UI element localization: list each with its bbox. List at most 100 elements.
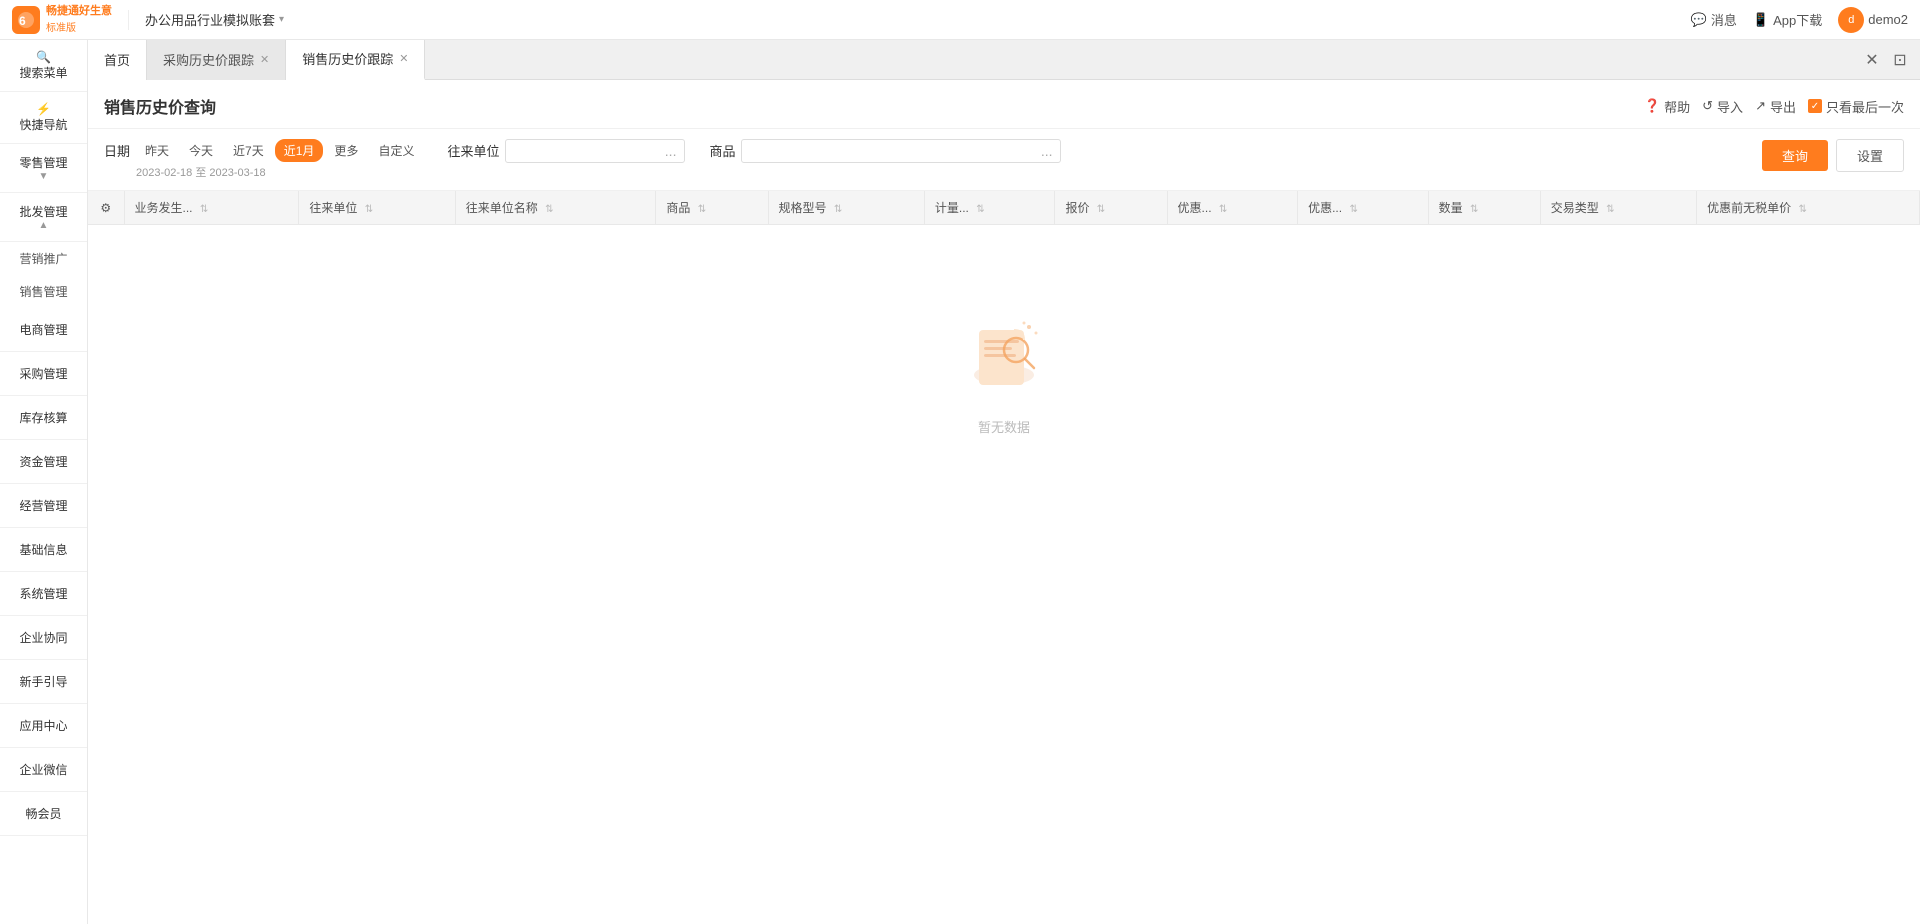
client-filter-input[interactable]: ... <box>505 139 685 163</box>
th-discount1[interactable]: 优惠... ⇅ <box>1167 191 1298 225</box>
sidebar-item-app-center[interactable]: 应用中心 <box>0 704 87 748</box>
date-filter-label: 日期 <box>104 141 130 160</box>
app-title-text: 办公用品行业模拟账套 <box>145 10 275 29</box>
client-input-dots: ... <box>665 143 677 159</box>
help-icon: ❓ <box>1644 98 1660 114</box>
help-label: 帮助 <box>1664 97 1690 116</box>
table-header-row: ⚙ 业务发生... ⇅ 往来单位 ⇅ 往来单位名称 <box>88 191 1920 225</box>
help-btn[interactable]: ❓ 帮助 <box>1644 97 1690 116</box>
th-partner-name[interactable]: 往来单位名称 ⇅ <box>455 191 656 225</box>
sort-icon-pretax: ⇅ <box>1798 204 1806 215</box>
tab-close-all-btn[interactable]: ✕ <box>1860 48 1884 72</box>
th-partner-name-label: 往来单位名称 <box>466 201 538 215</box>
only-last-checkbox[interactable]: 只看最后一次 <box>1808 97 1904 116</box>
page-header-actions: ❓ 帮助 ↺ 导入 ↗ 导出 只看最后一次 <box>1644 97 1904 116</box>
tab-purchase-history[interactable]: 采购历史价跟踪 ✕ <box>147 40 286 80</box>
sort-icon-spec: ⇅ <box>834 204 842 215</box>
sidebar-item-operations[interactable]: 经营管理 <box>0 484 87 528</box>
table-wrap: ⚙ 业务发生... ⇅ 往来单位 ⇅ 往来单位名称 <box>88 191 1920 516</box>
sidebar-item-sales-mgmt[interactable]: 销售管理 <box>0 275 87 308</box>
th-discount2[interactable]: 优惠... ⇅ <box>1298 191 1429 225</box>
download-icon: 📱 <box>1753 12 1769 28</box>
user-area[interactable]: d demo2 <box>1838 7 1908 33</box>
date-btn-yesterday[interactable]: 昨天 <box>136 139 178 162</box>
th-unit[interactable]: 计量... ⇅ <box>924 191 1055 225</box>
th-discount2-label: 优惠... <box>1308 201 1342 215</box>
filter-actions: 查询 设置 <box>1762 139 1904 172</box>
tab-sales-close-icon[interactable]: ✕ <box>399 52 408 65</box>
th-biz-date[interactable]: 业务发生... ⇅ <box>124 191 299 225</box>
th-product[interactable]: 商品 ⇅ <box>656 191 768 225</box>
date-btn-7days[interactable]: 近7天 <box>224 139 273 162</box>
download-btn[interactable]: 📱 App下载 <box>1753 10 1822 29</box>
tab-maximize-btn[interactable]: ⊡ <box>1888 48 1912 72</box>
th-spec[interactable]: 规格型号 ⇅ <box>768 191 924 225</box>
date-range-text: 2023-02-18 至 2023-03-18 <box>136 164 423 180</box>
th-gear[interactable]: ⚙ <box>88 191 124 225</box>
th-quote-label: 报价 <box>1065 201 1089 215</box>
product-input-text <box>750 144 860 158</box>
message-btn[interactable]: 💬 消息 <box>1691 10 1737 29</box>
export-icon: ↗ <box>1755 98 1766 114</box>
import-btn[interactable]: ↺ 导入 <box>1702 97 1743 116</box>
sidebar-label-ecommerce: 电商管理 <box>19 321 67 338</box>
sidebar-item-search-menu[interactable]: 🔍 搜索菜单 <box>0 40 87 92</box>
date-btn-today[interactable]: 今天 <box>180 139 222 162</box>
sidebar-item-wholesale[interactable]: 批发管理 ▲ <box>0 193 87 242</box>
app-title[interactable]: 办公用品行业模拟账套 ▾ <box>145 10 284 29</box>
client-filter-group: 往来单位 ... <box>447 139 685 163</box>
download-label: App下载 <box>1773 10 1822 29</box>
export-label: 导出 <box>1770 97 1796 116</box>
query-button[interactable]: 查询 <box>1762 140 1828 171</box>
th-biz-date-label: 业务发生... <box>135 201 193 215</box>
tab-purchase-close-icon[interactable]: ✕ <box>260 53 269 66</box>
sidebar-item-system[interactable]: 系统管理 <box>0 572 87 616</box>
th-quantity[interactable]: 数量 ⇅ <box>1428 191 1540 225</box>
tab-home[interactable]: 首页 <box>88 40 147 80</box>
logo-area[interactable]: 6 畅捷通好生意 标准版 <box>12 5 112 33</box>
sidebar-item-purchase[interactable]: 采购管理 <box>0 352 87 396</box>
product-filter-input[interactable]: ... <box>741 139 1061 163</box>
sidebar-item-beginner[interactable]: 新手引导 <box>0 660 87 704</box>
client-input-text <box>514 144 581 158</box>
gear-icon: ⚙ <box>100 201 111 215</box>
export-btn[interactable]: ↗ 导出 <box>1755 97 1796 116</box>
sidebar-item-corp-collab[interactable]: 企业协同 <box>0 616 87 660</box>
product-filter-group: 商品 ... <box>709 139 1061 163</box>
username: demo2 <box>1868 12 1908 27</box>
date-btn-custom[interactable]: 自定义 <box>369 139 423 162</box>
th-partner-label: 往来单位 <box>309 201 357 215</box>
sidebar-item-finance[interactable]: 资金管理 <box>0 440 87 484</box>
logo-sub: 标准版 <box>46 19 112 34</box>
th-pretax-label: 优惠前无税单价 <box>1707 201 1791 215</box>
date-options: 昨天 今天 近7天 近1月 更多 自定义 <box>136 139 423 162</box>
sidebar-item-basic-info[interactable]: 基础信息 <box>0 528 87 572</box>
only-last-check-icon <box>1808 99 1822 113</box>
empty-illustration <box>954 305 1054 405</box>
tab-sales-history[interactable]: 销售历史价跟踪 ✕ <box>286 40 425 80</box>
avatar: d <box>1838 7 1864 33</box>
sidebar-item-retail[interactable]: 零售管理 ▼ <box>0 144 87 193</box>
date-btn-1month[interactable]: 近1月 <box>275 139 324 162</box>
sidebar-item-membership[interactable]: 畅会员 <box>0 792 87 836</box>
tab-purchase-label: 采购历史价跟踪 <box>163 50 254 69</box>
sidebar-label-corp-collab: 企业协同 <box>19 629 67 646</box>
settings-button[interactable]: 设置 <box>1836 139 1904 172</box>
search-menu-icon: 🔍 <box>36 50 51 64</box>
date-btn-more[interactable]: 更多 <box>325 139 367 162</box>
sidebar-item-ecommerce[interactable]: 电商管理 <box>0 308 87 352</box>
sidebar-item-marketing[interactable]: 营销推广 <box>0 242 87 275</box>
sidebar-item-corp-wechat[interactable]: 企业微信 <box>0 748 87 792</box>
wholesale-arrow-icon: ▲ <box>39 220 49 231</box>
th-quote[interactable]: 报价 ⇅ <box>1055 191 1167 225</box>
th-partner[interactable]: 往来单位 ⇅ <box>299 191 455 225</box>
sidebar-item-quick-nav[interactable]: ⚡ 快捷导航 <box>0 92 87 144</box>
only-last-label: 只看最后一次 <box>1826 97 1904 116</box>
th-trade-type[interactable]: 交易类型 ⇅ <box>1540 191 1696 225</box>
quick-nav-icon: ⚡ <box>36 102 51 116</box>
th-pretax[interactable]: 优惠前无税单价 ⇅ <box>1697 191 1920 225</box>
content-area: 首页 采购历史价跟踪 ✕ 销售历史价跟踪 ✕ ✕ ⊡ 销售历史价查询 <box>88 40 1920 924</box>
sidebar-item-inventory[interactable]: 库存核算 <box>0 396 87 440</box>
sidebar-label-wholesale: 批发管理 <box>19 203 67 220</box>
sidebar-label-inventory: 库存核算 <box>19 409 67 426</box>
